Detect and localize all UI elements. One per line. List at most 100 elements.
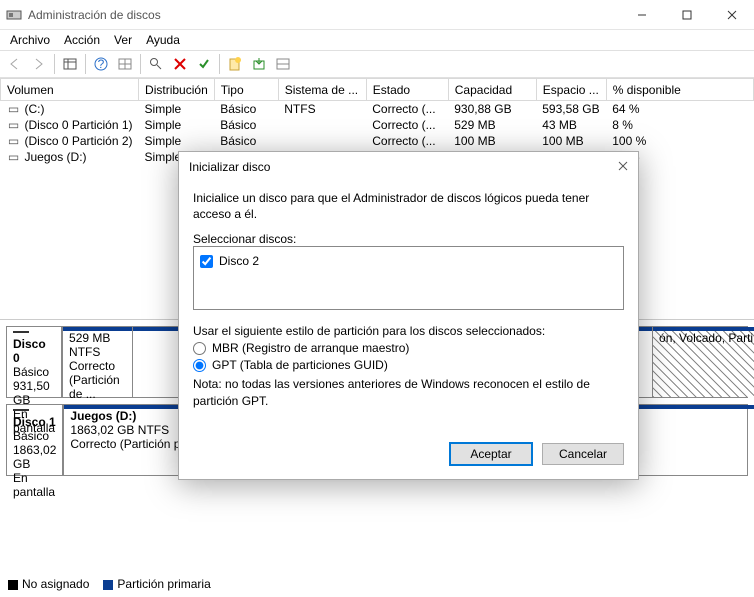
partition-status: ón, Volcado, Parti bbox=[659, 331, 754, 345]
grid-icon[interactable] bbox=[114, 53, 136, 75]
volume-cell: Básico bbox=[214, 101, 278, 118]
volume-cell bbox=[278, 133, 366, 149]
disk-label[interactable]: Disco 0Básico931,50 GBEn pantalla bbox=[7, 327, 62, 397]
ok-button[interactable]: Aceptar bbox=[450, 443, 532, 465]
gpt-radio[interactable] bbox=[193, 359, 206, 372]
disk-name: Disco 0 bbox=[13, 337, 55, 365]
volume-icon: ▭ bbox=[7, 150, 21, 164]
new-icon[interactable] bbox=[224, 53, 246, 75]
partition[interactable]: ón, Volcado, Parti bbox=[652, 327, 754, 397]
volume-icon: ▭ bbox=[7, 134, 21, 148]
disk-size: 931,50 GB bbox=[13, 379, 55, 407]
window-title: Administración de discos bbox=[28, 8, 619, 22]
column-header[interactable]: Estado bbox=[366, 79, 448, 101]
menu-file[interactable]: Archivo bbox=[4, 31, 56, 49]
partition-status: Correcto (Partición de ... bbox=[69, 359, 126, 401]
volume-cell bbox=[278, 117, 366, 133]
search-icon[interactable] bbox=[145, 53, 167, 75]
minimize-button[interactable] bbox=[619, 0, 664, 30]
volume-cell: 529 MB bbox=[448, 117, 536, 133]
initialize-disk-dialog: Inicializar disco Inicialice un disco pa… bbox=[178, 151, 639, 480]
volume-cell: Básico bbox=[214, 133, 278, 149]
toolbar: ? bbox=[0, 50, 754, 78]
volume-cell: Simple bbox=[139, 101, 215, 118]
mbr-option[interactable]: MBR (Registro de arranque maestro) bbox=[193, 341, 624, 355]
volume-cell: 100 % bbox=[606, 133, 753, 149]
volume-icon: ▭ bbox=[7, 102, 21, 116]
volume-row[interactable]: ▭(C:)SimpleBásicoNTFSCorrecto (...930,88… bbox=[1, 101, 754, 118]
volume-icon: ▭ bbox=[7, 118, 21, 132]
volume-name: ▭(C:) bbox=[1, 101, 139, 118]
back-icon bbox=[4, 53, 26, 75]
layout-icon[interactable] bbox=[272, 53, 294, 75]
dialog-note: Nota: no todas las versiones anteriores … bbox=[193, 376, 624, 408]
legend: No asignado Partición primaria bbox=[8, 577, 211, 591]
volume-row[interactable]: ▭(Disco 0 Partición 1)SimpleBásicoCorrec… bbox=[1, 117, 754, 133]
volume-cell: 593,58 GB bbox=[536, 101, 606, 118]
check-icon[interactable] bbox=[193, 53, 215, 75]
column-header[interactable]: % disponible bbox=[606, 79, 753, 101]
disk-icon bbox=[13, 409, 29, 411]
forward-icon bbox=[28, 53, 50, 75]
column-header[interactable]: Tipo bbox=[214, 79, 278, 101]
volume-cell: 43 MB bbox=[536, 117, 606, 133]
gpt-option[interactable]: GPT (Tabla de particiones GUID) bbox=[193, 358, 624, 372]
column-header[interactable]: Capacidad bbox=[448, 79, 536, 101]
disk-size: 1863,02 GB bbox=[13, 443, 56, 471]
mbr-radio[interactable] bbox=[193, 342, 206, 355]
volume-cell: Correcto (... bbox=[366, 101, 448, 118]
gpt-label: GPT (Tabla de particiones GUID) bbox=[212, 358, 388, 372]
close-button[interactable] bbox=[709, 0, 754, 30]
volume-cell: Simple bbox=[139, 133, 215, 149]
volume-name: ▭Juegos (D:) bbox=[1, 149, 139, 165]
volume-cell: Correcto (... bbox=[366, 117, 448, 133]
volume-name: ▭(Disco 0 Partición 2) bbox=[1, 133, 139, 149]
volume-row[interactable]: ▭(Disco 0 Partición 2)SimpleBásico Correc… bbox=[1, 133, 754, 149]
volume-cell: Correcto (... bbox=[366, 133, 448, 149]
cancel-button[interactable]: Cancelar bbox=[542, 443, 624, 465]
delete-icon[interactable] bbox=[169, 53, 191, 75]
disk-type: Básico bbox=[13, 429, 56, 443]
dialog-title: Inicializar disco bbox=[189, 160, 270, 174]
disk-name: Disco 1 bbox=[13, 415, 56, 429]
mbr-label: MBR (Registro de arranque maestro) bbox=[212, 341, 409, 355]
volume-cell: Simple bbox=[139, 117, 215, 133]
disk-label[interactable]: Disco 1Básico1863,02 GBEn pantalla bbox=[7, 405, 63, 475]
menu-bar: Archivo Acción Ver Ayuda bbox=[0, 30, 754, 50]
column-header[interactable]: Sistema de ... bbox=[278, 79, 366, 101]
volume-cell: 100 MB bbox=[448, 133, 536, 149]
disk-2-checkbox[interactable] bbox=[200, 255, 213, 268]
volume-cell: 930,88 GB bbox=[448, 101, 536, 118]
disk-select-box: Disco 2 bbox=[193, 246, 624, 310]
select-disks-label: Seleccionar discos: bbox=[193, 232, 624, 246]
table-view-icon[interactable] bbox=[59, 53, 81, 75]
volume-name: ▭(Disco 0 Partición 1) bbox=[1, 117, 139, 133]
disk-2-label: Disco 2 bbox=[219, 254, 259, 268]
legend-primary: Partición primaria bbox=[117, 577, 210, 591]
disk-icon bbox=[13, 331, 29, 333]
volume-cell: 8 % bbox=[606, 117, 753, 133]
maximize-button[interactable] bbox=[664, 0, 709, 30]
menu-help[interactable]: Ayuda bbox=[140, 31, 186, 49]
disk-type: Básico bbox=[13, 365, 55, 379]
disk-option-row[interactable]: Disco 2 bbox=[200, 254, 617, 268]
dialog-close-icon[interactable] bbox=[618, 160, 628, 174]
svg-text:?: ? bbox=[98, 57, 105, 71]
dialog-titlebar[interactable]: Inicializar disco bbox=[179, 152, 638, 182]
column-header[interactable]: Distribución bbox=[139, 79, 215, 101]
menu-action[interactable]: Acción bbox=[58, 31, 106, 49]
volume-cell: NTFS bbox=[278, 101, 366, 118]
partition-style-label: Usar el siguiente estilo de partición pa… bbox=[193, 324, 624, 338]
disk-status: En pantalla bbox=[13, 471, 56, 499]
import-icon[interactable] bbox=[248, 53, 270, 75]
app-icon bbox=[6, 7, 22, 23]
legend-unassigned: No asignado bbox=[22, 577, 89, 591]
help-icon[interactable]: ? bbox=[90, 53, 112, 75]
menu-view[interactable]: Ver bbox=[108, 31, 138, 49]
partition[interactable]: 529 MB NTFSCorrecto (Partición de ... bbox=[62, 327, 132, 397]
column-header[interactable]: Espacio ... bbox=[536, 79, 606, 101]
column-header[interactable]: Volumen bbox=[1, 79, 139, 101]
dialog-intro: Inicialice un disco para que el Administ… bbox=[193, 190, 624, 222]
volume-cell: 64 % bbox=[606, 101, 753, 118]
title-bar: Administración de discos bbox=[0, 0, 754, 30]
